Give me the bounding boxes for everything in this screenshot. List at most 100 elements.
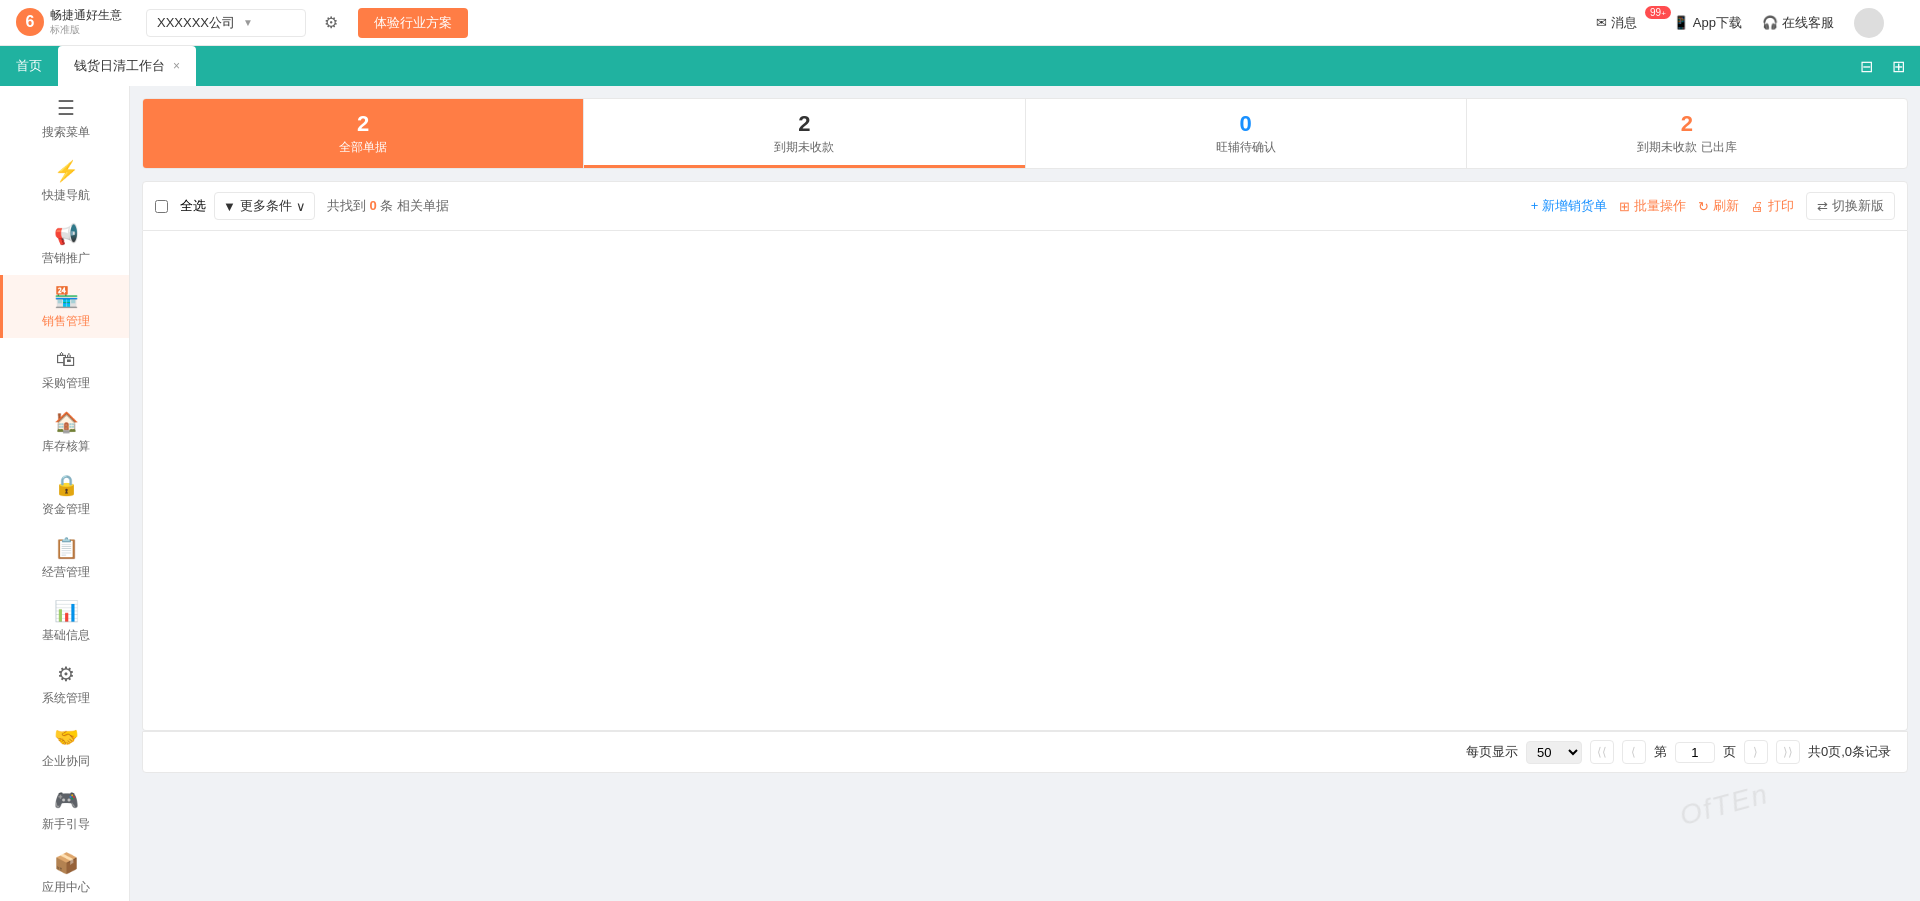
- online-service-button[interactable]: 🎧 在线客服: [1762, 14, 1834, 32]
- filter-dropdown-icon: ∨: [296, 199, 306, 214]
- found-text: 共找到 0 条 相关单据: [327, 197, 449, 215]
- company-dropdown-icon: ▼: [243, 17, 253, 28]
- page-next-button[interactable]: ⟩: [1744, 740, 1768, 764]
- stats-label-pending: 旺辅待确认: [1216, 139, 1276, 156]
- page-unit: 页: [1723, 743, 1736, 761]
- select-all-checkbox[interactable]: [155, 200, 168, 213]
- top-header: 6 畅捷通好生意 标准版 XXXXXX公司 ▼ ⚙ 体验行业方案 ✉ 消息 99…: [0, 0, 1920, 46]
- sidebar-item-sales[interactable]: 🏪 销售管理: [0, 275, 129, 338]
- sidebar-item-search-menu[interactable]: ☰ 搜索菜单: [0, 86, 129, 149]
- system-icon: ⚙: [57, 662, 75, 686]
- stats-num-overdue-shipped: 2: [1681, 111, 1693, 137]
- purchase-icon: 🛍: [56, 348, 76, 371]
- company-selector[interactable]: XXXXXX公司 ▼: [146, 9, 306, 37]
- marketing-icon: 📢: [54, 222, 79, 246]
- sidebar-label-sales: 销售管理: [42, 313, 90, 330]
- sidebar-label-inventory: 库存核算: [42, 438, 90, 455]
- stats-tab-all[interactable]: 2 全部单据: [143, 99, 584, 168]
- home-tab-label: 首页: [16, 57, 42, 75]
- sidebar-item-app-center[interactable]: 📦 应用中心: [0, 841, 129, 901]
- print-icon: 🖨: [1751, 199, 1764, 214]
- found-num: 0: [370, 198, 377, 213]
- tab-bar-right: ⊟ ⊞: [1854, 54, 1920, 78]
- tab-minimize-button[interactable]: ⊟: [1854, 54, 1878, 78]
- main-layout: ☰ 搜索菜单 ⚡ 快捷导航 📢 营销推广 🏪 销售管理 🛍 采购管理 🏠 库存核…: [0, 86, 1920, 901]
- sidebar-item-guide[interactable]: 🎮 新手引导: [0, 778, 129, 841]
- sidebar-item-cooperation[interactable]: 🤝 企业协同: [0, 715, 129, 778]
- empty-placeholder: [143, 231, 1907, 681]
- work-station-tab-label: 钱货日清工作台: [74, 57, 165, 75]
- stats-label-all: 全部单据: [339, 139, 387, 156]
- tab-work-station[interactable]: 钱货日清工作台 ×: [58, 46, 196, 86]
- pagination: 每页显示 20 50 100 ⟨⟨ ⟨ 第 页 ⟩ ⟩⟩ 共0页,0条记录: [142, 731, 1908, 773]
- sidebar: ☰ 搜索菜单 ⚡ 快捷导航 📢 营销推广 🏪 销售管理 🛍 采购管理 🏠 库存核…: [0, 86, 130, 901]
- stats-num-pending: 0: [1240, 111, 1252, 137]
- content-area: 2 全部单据 2 到期未收款 0 旺辅待确认 2 到期未收款 已出库 全选 ▼: [130, 86, 1920, 901]
- phone-icon: 📱: [1673, 15, 1689, 30]
- settings-button[interactable]: ⚙: [316, 8, 346, 38]
- guide-icon: 🎮: [54, 788, 79, 812]
- page-number-input[interactable]: [1675, 742, 1715, 763]
- page-size-select[interactable]: 20 50 100: [1526, 741, 1582, 764]
- page-label: 第: [1654, 743, 1667, 761]
- switch-version-button[interactable]: ⇄ 切换新版: [1806, 192, 1895, 220]
- stats-tab-overdue-shipped[interactable]: 2 到期未收款 已出库: [1467, 99, 1907, 168]
- stats-tabs: 2 全部单据 2 到期未收款 0 旺辅待确认 2 到期未收款 已出库: [142, 98, 1908, 169]
- quick-nav-icon: ⚡: [54, 159, 79, 183]
- experience-button[interactable]: 体验行业方案: [358, 8, 468, 38]
- message-icon: ✉: [1596, 15, 1607, 30]
- filter-icon: ▼: [223, 199, 236, 214]
- sidebar-label-operation: 经营管理: [42, 564, 90, 581]
- page-size-label: 每页显示: [1466, 743, 1518, 761]
- sidebar-item-inventory[interactable]: 🏠 库存核算: [0, 400, 129, 463]
- stats-num-all: 2: [357, 111, 369, 137]
- page-last-button[interactable]: ⟩⟩: [1776, 740, 1800, 764]
- switch-icon: ⇄: [1817, 199, 1828, 214]
- page-prev-button[interactable]: ⟨: [1622, 740, 1646, 764]
- sidebar-label-basic-info: 基础信息: [42, 627, 90, 644]
- stats-tab-pending[interactable]: 0 旺辅待确认: [1026, 99, 1467, 168]
- sidebar-item-basic-info[interactable]: 📊 基础信息: [0, 589, 129, 652]
- sidebar-item-finance[interactable]: 🔒 资金管理: [0, 463, 129, 526]
- refresh-button[interactable]: ↻ 刷新: [1698, 197, 1739, 215]
- stats-num-overdue: 2: [798, 111, 810, 137]
- sidebar-item-purchase[interactable]: 🛍 采购管理: [0, 338, 129, 400]
- sidebar-label-search-menu: 搜索菜单: [42, 124, 90, 141]
- search-menu-icon: ☰: [57, 96, 75, 120]
- header-right: ✉ 消息 99+ 📱 App下载 🎧 在线客服: [1596, 8, 1904, 38]
- headset-icon: 🎧: [1762, 15, 1778, 30]
- tab-bar: 首页 钱货日清工作台 × ⊟ ⊞: [0, 46, 1920, 86]
- sidebar-item-quick-nav[interactable]: ⚡ 快捷导航: [0, 149, 129, 212]
- cooperation-icon: 🤝: [54, 725, 79, 749]
- toolbar-right: + 新增销货单 ⊞ 批量操作 ↻ 刷新 🖨 打印 ⇄ 切换新版: [1531, 192, 1895, 220]
- basic-info-icon: 📊: [54, 599, 79, 623]
- sidebar-item-system[interactable]: ⚙ 系统管理: [0, 652, 129, 715]
- sidebar-item-marketing[interactable]: 📢 营销推广: [0, 212, 129, 275]
- app-subtitle: 标准版: [50, 23, 122, 37]
- sales-icon: 🏪: [54, 285, 79, 309]
- tab-home[interactable]: 首页: [0, 46, 58, 86]
- refresh-icon: ↻: [1698, 199, 1709, 214]
- message-label: 消息: [1611, 14, 1637, 32]
- add-sales-order-button[interactable]: + 新增销货单: [1531, 197, 1607, 215]
- toolbar: 全选 ▼ 更多条件 ∨ 共找到 0 条 相关单据 + 新增销货单 ⊞ 批量操作 …: [142, 181, 1908, 231]
- app-center-icon: 📦: [54, 851, 79, 875]
- print-button[interactable]: 🖨 打印: [1751, 197, 1794, 215]
- stats-label-overdue: 到期未收款: [774, 139, 834, 156]
- filter-button[interactable]: ▼ 更多条件 ∨: [214, 192, 315, 220]
- message-button[interactable]: ✉ 消息 99+: [1596, 14, 1653, 32]
- app-download-button[interactable]: 📱 App下载: [1673, 14, 1742, 32]
- page-first-button[interactable]: ⟨⟨: [1590, 740, 1614, 764]
- sidebar-item-operation[interactable]: 📋 经营管理: [0, 526, 129, 589]
- sidebar-label-marketing: 营销推广: [42, 250, 90, 267]
- filter-label: 更多条件: [240, 197, 292, 215]
- total-records-text: 共0页,0条记录: [1808, 743, 1891, 761]
- company-name: XXXXXX公司: [157, 14, 235, 32]
- batch-operation-button[interactable]: ⊞ 批量操作: [1619, 197, 1686, 215]
- tab-maximize-button[interactable]: ⊞: [1886, 54, 1910, 78]
- tab-close-icon[interactable]: ×: [173, 59, 180, 73]
- stats-tab-overdue[interactable]: 2 到期未收款: [584, 99, 1025, 168]
- sidebar-label-cooperation: 企业协同: [42, 753, 90, 770]
- avatar[interactable]: [1854, 8, 1884, 38]
- inventory-icon: 🏠: [54, 410, 79, 434]
